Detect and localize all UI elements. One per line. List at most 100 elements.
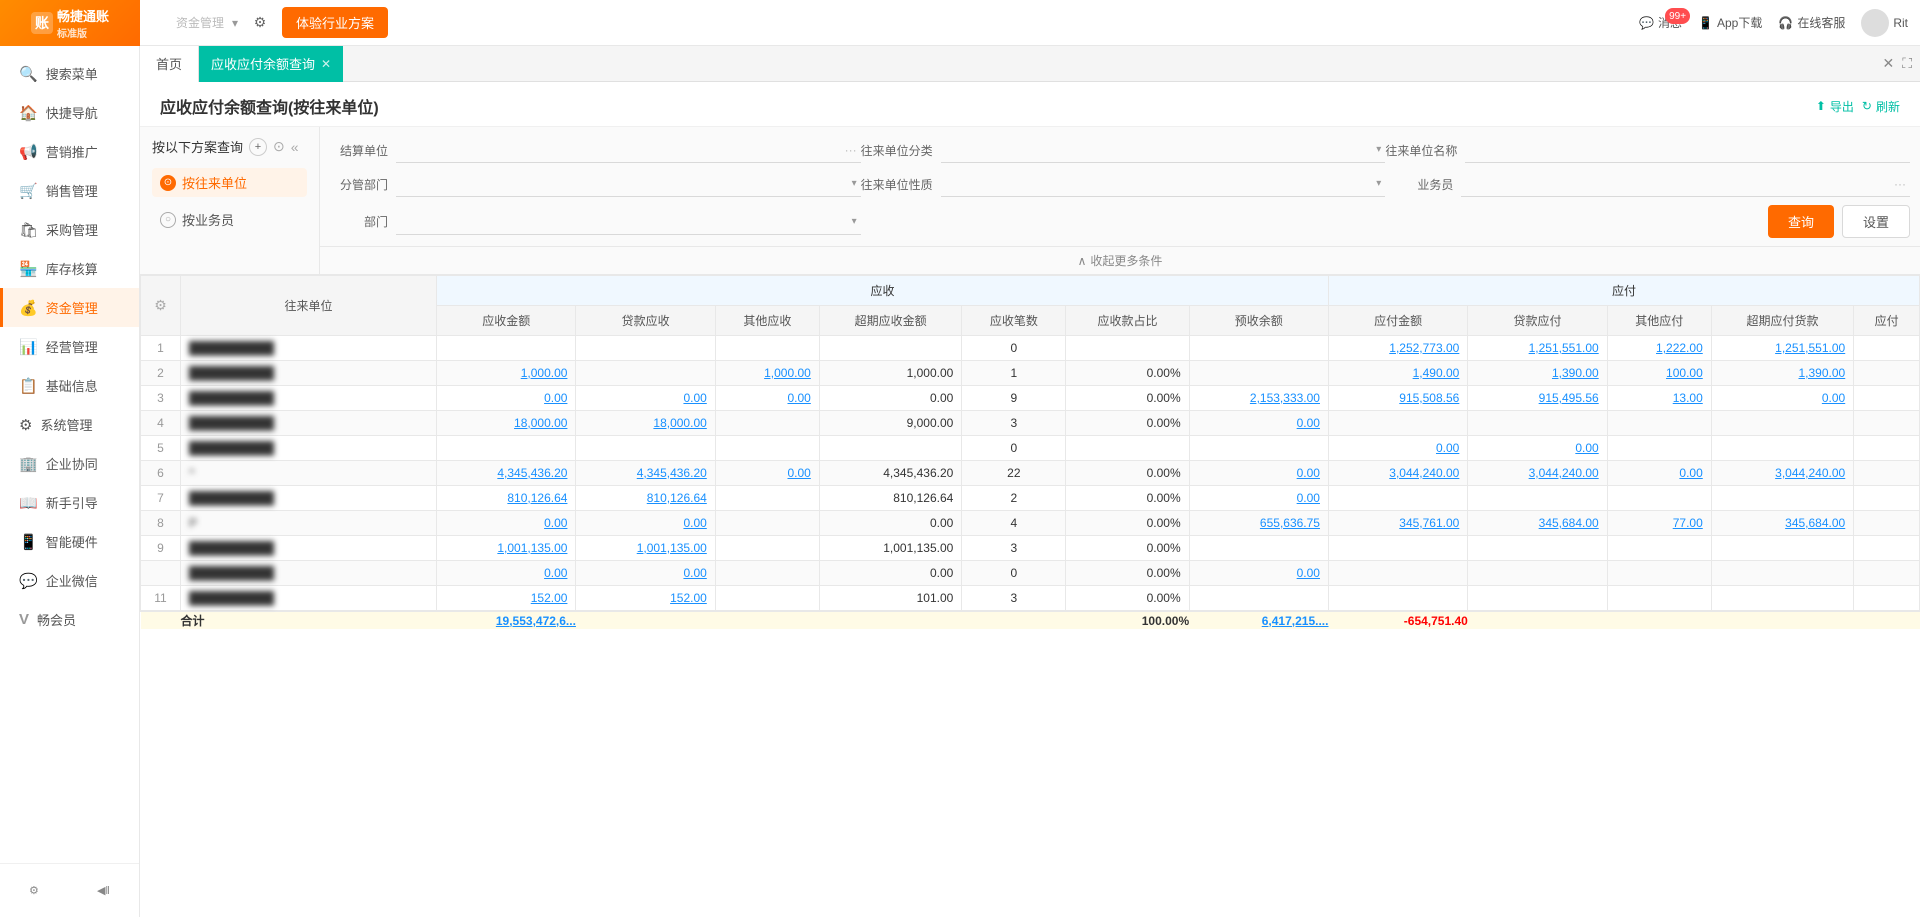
row-ap-loan[interactable]: 915,495.56 xyxy=(1468,386,1607,411)
row-ar-amount[interactable]: 1,000.00 xyxy=(437,361,576,386)
row-ar-prepaid[interactable] xyxy=(1189,536,1328,561)
sidebar-item-guide[interactable]: 📖 新手引导 xyxy=(0,483,139,522)
row-ar-prepaid[interactable]: 0.00 xyxy=(1189,486,1328,511)
row-ar-prepaid[interactable] xyxy=(1189,586,1328,612)
tab-close-btn[interactable]: ✕ xyxy=(321,57,331,71)
row-ap-amount[interactable]: 3,044,240.00 xyxy=(1328,461,1467,486)
refresh-btn[interactable]: ↻ 刷新 xyxy=(1862,98,1900,115)
row-ar-other[interactable]: 0.00 xyxy=(715,386,819,411)
collapse-conditions-btn[interactable]: ∧ 收起更多条件 xyxy=(1078,252,1163,269)
settlement-input[interactable]: ··· xyxy=(396,137,861,163)
row-ap-other[interactable]: 13.00 xyxy=(1607,386,1711,411)
sidebar-item-purchase[interactable]: 🛍 采购管理 xyxy=(0,210,139,249)
partner-nature-select[interactable]: ▾ xyxy=(941,171,1386,197)
export-btn[interactable]: ⬆ 导出 xyxy=(1816,98,1854,115)
row-ap-overdue[interactable] xyxy=(1711,486,1853,511)
row-ar-prepaid[interactable]: 0.00 xyxy=(1189,561,1328,586)
messages-btn[interactable]: 💬 消息 99+ xyxy=(1639,14,1682,31)
row-ar-loan[interactable]: 810,126.64 xyxy=(576,486,715,511)
row-ap-other[interactable]: 77.00 xyxy=(1607,511,1711,536)
row-ar-amount[interactable]: 810,126.64 xyxy=(437,486,576,511)
scheme-collapse-btn[interactable]: « xyxy=(291,139,299,155)
row-ar-other[interactable] xyxy=(715,486,819,511)
row-ar-other[interactable]: 1,000.00 xyxy=(715,361,819,386)
row-ar-other[interactable]: 0.00 xyxy=(715,461,819,486)
row-ar-loan[interactable]: 1,001,135.00 xyxy=(576,536,715,561)
row-ap-overdue[interactable]: 345,684.00 xyxy=(1711,511,1853,536)
row-ap-overdue[interactable] xyxy=(1711,411,1853,436)
row-ar-amount[interactable] xyxy=(437,336,576,361)
add-scheme-btn[interactable]: + xyxy=(249,138,267,156)
row-ap-overdue[interactable]: 0.00 xyxy=(1711,386,1853,411)
row-ar-amount[interactable]: 18,000.00 xyxy=(437,411,576,436)
sidebar-collapse-btn[interactable]: ◀‖ xyxy=(81,876,126,905)
breadcrumb-dropdown[interactable]: ▾ xyxy=(232,16,238,30)
tab-maximize-btn[interactable]: ⛶ xyxy=(1902,55,1912,72)
row-ap-other[interactable] xyxy=(1607,586,1711,612)
app-download-btn[interactable]: 📱 App下载 xyxy=(1698,14,1762,31)
row-ar-other[interactable] xyxy=(715,586,819,612)
row-ap-other[interactable]: 1,222.00 xyxy=(1607,336,1711,361)
row-ar-prepaid[interactable]: 0.00 xyxy=(1189,411,1328,436)
row-ar-prepaid[interactable]: 655,636.75 xyxy=(1189,511,1328,536)
row-ap-other[interactable] xyxy=(1607,436,1711,461)
row-ar-loan[interactable]: 152.00 xyxy=(576,586,715,612)
row-ar-amount[interactable]: 4,345,436.20 xyxy=(437,461,576,486)
tab-home[interactable]: 首页 xyxy=(140,46,199,82)
row-ap-amount[interactable] xyxy=(1328,486,1467,511)
sidebar-settings-btn[interactable]: ⚙ xyxy=(13,876,55,905)
sidebar-item-system[interactable]: ⚙ 系统管理 xyxy=(0,405,139,444)
row-ap-overdue[interactable] xyxy=(1711,561,1853,586)
sidebar-item-quick-nav[interactable]: 🏠 快捷导航 xyxy=(0,93,139,132)
row-ap-loan[interactable] xyxy=(1468,561,1607,586)
row-ap-loan[interactable] xyxy=(1468,486,1607,511)
settings-gear-btn[interactable]: ⚙ xyxy=(246,9,274,37)
sidebar-item-corp-wechat[interactable]: 💬 企业微信 xyxy=(0,561,139,600)
sidebar-item-marketing[interactable]: 📢 营销推广 xyxy=(0,132,139,171)
row-ar-loan[interactable] xyxy=(576,361,715,386)
sidebar-item-inventory[interactable]: 🏪 库存核算 xyxy=(0,249,139,288)
row-ap-amount[interactable]: 915,508.56 xyxy=(1328,386,1467,411)
promo-button[interactable]: 体验行业方案 xyxy=(282,7,388,38)
row-ar-other[interactable] xyxy=(715,436,819,461)
row-ar-amount[interactable]: 0.00 xyxy=(437,561,576,586)
table-settings-icon[interactable]: ⚙ xyxy=(154,297,167,313)
row-ap-loan[interactable] xyxy=(1468,411,1607,436)
row-ap-overdue[interactable]: 1,251,551.00 xyxy=(1711,336,1853,361)
row-ar-loan[interactable]: 0.00 xyxy=(576,511,715,536)
row-ap-loan[interactable]: 1,390.00 xyxy=(1468,361,1607,386)
query-btn[interactable]: 查询 xyxy=(1768,205,1834,238)
row-ar-prepaid[interactable]: 2,153,333.00 xyxy=(1189,386,1328,411)
footer-ar-prepaid[interactable]: 6,417,215.... xyxy=(1189,611,1328,629)
scheme-settings-btn[interactable]: ⊙ xyxy=(273,138,285,155)
row-ar-loan[interactable]: 0.00 xyxy=(576,386,715,411)
partner-category-select[interactable]: ▾ xyxy=(941,137,1386,163)
department-select[interactable]: ▾ xyxy=(396,209,861,235)
row-ar-amount[interactable]: 0.00 xyxy=(437,511,576,536)
row-ap-amount[interactable] xyxy=(1328,586,1467,612)
row-ar-loan[interactable] xyxy=(576,336,715,361)
tab-close-window-btn[interactable]: ✕ xyxy=(1882,55,1894,72)
left-panel-by-staff[interactable]: ○ 按业务员 xyxy=(140,201,319,238)
row-ap-amount[interactable] xyxy=(1328,411,1467,436)
row-ap-loan[interactable]: 3,044,240.00 xyxy=(1468,461,1607,486)
row-ap-amount[interactable]: 345,761.00 xyxy=(1328,511,1467,536)
row-ap-loan[interactable]: 0.00 xyxy=(1468,436,1607,461)
online-service-btn[interactable]: 🎧 在线客服 xyxy=(1778,14,1845,31)
sidebar-item-basic-info[interactable]: 📋 基础信息 xyxy=(0,366,139,405)
row-ap-overdue[interactable]: 3,044,240.00 xyxy=(1711,461,1853,486)
row-ap-other[interactable] xyxy=(1607,536,1711,561)
row-ar-prepaid[interactable]: 0.00 xyxy=(1189,461,1328,486)
sidebar-item-corp-collab[interactable]: 🏢 企业协同 xyxy=(0,444,139,483)
row-ar-amount[interactable]: 1,001,135.00 xyxy=(437,536,576,561)
row-ap-overdue[interactable] xyxy=(1711,536,1853,561)
row-ap-loan[interactable]: 1,251,551.00 xyxy=(1468,336,1607,361)
set-btn[interactable]: 设置 xyxy=(1842,205,1910,238)
sidebar-item-finance[interactable]: 💰 资金管理 xyxy=(0,288,139,327)
row-ap-other[interactable] xyxy=(1607,561,1711,586)
sidebar-item-operations[interactable]: 📊 经营管理 xyxy=(0,327,139,366)
row-ar-other[interactable] xyxy=(715,536,819,561)
row-ap-overdue[interactable] xyxy=(1711,586,1853,612)
row-ar-loan[interactable] xyxy=(576,436,715,461)
sidebar-item-sales[interactable]: 🛒 销售管理 xyxy=(0,171,139,210)
